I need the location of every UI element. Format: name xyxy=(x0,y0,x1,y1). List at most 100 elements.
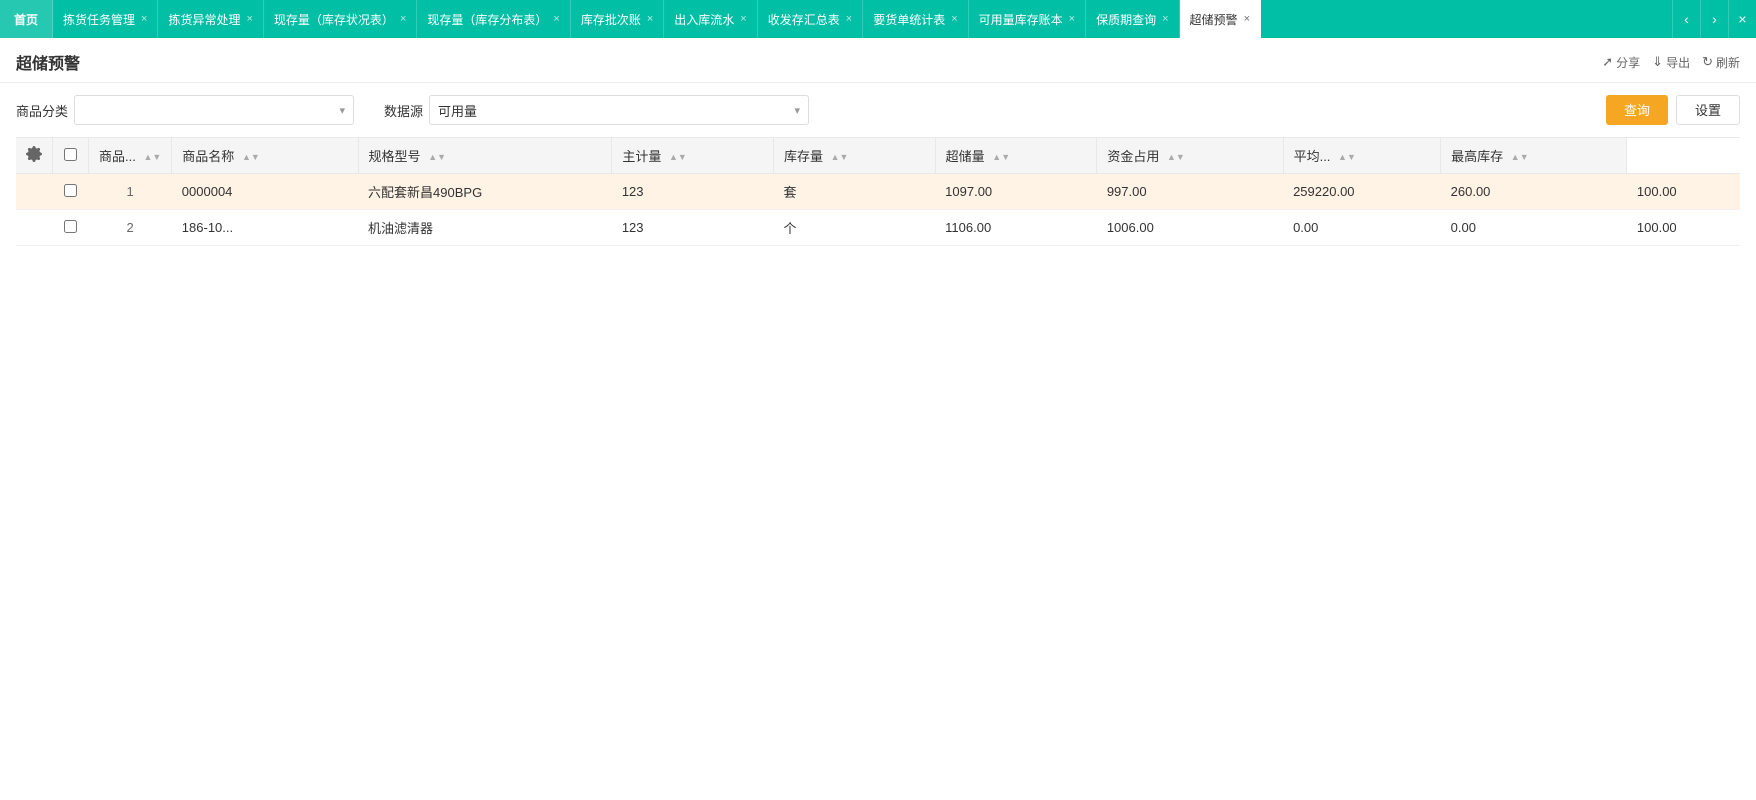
row-stock: 1097.00 xyxy=(935,174,1097,210)
col-capital: 资金占用 ▲▼ xyxy=(1097,138,1283,174)
share-button[interactable]: ➚ 分享 xyxy=(1602,54,1640,71)
nav-tab-5[interactable]: 出入库流水 × xyxy=(664,0,757,38)
nav-tab-8[interactable]: 可用量库存账本 × xyxy=(969,0,1086,38)
nav-tab-4[interactable]: 库存批次账 × xyxy=(571,0,664,38)
page-container: 超储预警 ➚ 分享 ⇓ 导出 ↻ 刷新 商品分类 ▾ 数据源 xyxy=(0,38,1756,800)
col-max-stock: 最高库存 ▲▼ xyxy=(1441,138,1627,174)
row-avg: 260.00 xyxy=(1441,174,1627,210)
close-icon[interactable]: × xyxy=(1069,13,1075,25)
sort-icon[interactable]: ▲▼ xyxy=(669,153,687,162)
data-table: 商品... ▲▼ 商品名称 ▲▼ 规格型号 ▲▼ 主计量 ▲▼ xyxy=(16,137,1740,246)
close-icon[interactable]: × xyxy=(141,13,147,25)
nav-tab-9[interactable]: 保质期查询 × xyxy=(1086,0,1179,38)
filter-area: 商品分类 ▾ 数据源 可用量 ▾ 查询 设置 xyxy=(0,83,1756,137)
export-icon: ⇓ xyxy=(1652,54,1663,70)
sort-icon[interactable]: ▲▼ xyxy=(143,153,161,162)
select-all-checkbox[interactable] xyxy=(64,148,77,161)
gear-icon[interactable] xyxy=(26,146,42,162)
refresh-button[interactable]: ↻ 刷新 xyxy=(1702,54,1740,71)
select-all-col xyxy=(53,138,89,174)
chevron-down-icon: ▾ xyxy=(795,104,801,117)
table-row: 1 0000004 六配套新昌490BPG 123 套 1097.00 997.… xyxy=(16,174,1740,210)
datasource-label: 数据源 xyxy=(384,101,423,120)
table-body: 1 0000004 六配套新昌490BPG 123 套 1097.00 997.… xyxy=(16,174,1740,246)
row-product-code: 0000004 xyxy=(172,174,358,210)
export-button[interactable]: ⇓ 导出 xyxy=(1652,54,1690,71)
row-gear xyxy=(16,210,53,246)
action-buttons: 查询 设置 xyxy=(1606,95,1740,125)
row-spec: 123 xyxy=(612,210,774,246)
table-row: 2 186-10... 机油滤清器 123 个 1106.00 1006.00 … xyxy=(16,210,1740,246)
close-icon[interactable]: × xyxy=(400,13,406,25)
header-actions: ➚ 分享 ⇓ 导出 ↻ 刷新 xyxy=(1602,54,1740,71)
sort-icon[interactable]: ▲▼ xyxy=(1511,153,1529,162)
sort-icon[interactable]: ▲▼ xyxy=(242,153,260,162)
nav-arrows: ‹ › × xyxy=(1672,0,1756,38)
nav-tab-0[interactable]: 拣货任务管理 × xyxy=(53,0,158,38)
row-product-name: 机油滤清器 xyxy=(358,210,612,246)
close-icon[interactable]: × xyxy=(553,13,559,25)
close-icon[interactable]: × xyxy=(951,13,957,25)
row-overstock: 1006.00 xyxy=(1097,210,1283,246)
row-overstock: 997.00 xyxy=(1097,174,1283,210)
sort-icon[interactable]: ▲▼ xyxy=(1338,153,1356,162)
row-stock: 1106.00 xyxy=(935,210,1097,246)
col-unit: 主计量 ▲▼ xyxy=(612,138,774,174)
row-product-name: 六配套新昌490BPG xyxy=(358,174,612,210)
datasource-select[interactable]: 可用量 ▾ xyxy=(429,95,809,125)
col-avg: 平均... ▲▼ xyxy=(1283,138,1441,174)
close-icon[interactable]: × xyxy=(846,13,852,25)
page-header: 超储预警 ➚ 分享 ⇓ 导出 ↻ 刷新 xyxy=(0,38,1756,83)
sort-icon[interactable]: ▲▼ xyxy=(428,153,446,162)
datasource-filter: 数据源 可用量 ▾ xyxy=(384,95,809,125)
close-icon[interactable]: × xyxy=(740,13,746,25)
settings-button[interactable]: 设置 xyxy=(1676,95,1740,125)
sort-icon[interactable]: ▲▼ xyxy=(1167,153,1185,162)
col-product-code: 商品... ▲▼ xyxy=(89,138,172,174)
table-header-row: 商品... ▲▼ 商品名称 ▲▼ 规格型号 ▲▼ 主计量 ▲▼ xyxy=(16,138,1740,174)
row-checkbox-cell xyxy=(53,174,89,210)
nav-tab-3[interactable]: 现存量（库存分布表） × xyxy=(417,0,570,38)
row-num: 2 xyxy=(89,210,172,246)
close-icon[interactable]: × xyxy=(1162,13,1168,25)
row-gear xyxy=(16,174,53,210)
row-checkbox-cell xyxy=(53,210,89,246)
sort-icon[interactable]: ▲▼ xyxy=(992,153,1010,162)
col-stock: 库存量 ▲▼ xyxy=(773,138,935,174)
settings-col-header xyxy=(16,138,53,174)
category-filter: 商品分类 ▾ xyxy=(16,95,354,125)
nav-tab-10[interactable]: 超储预警 × xyxy=(1180,0,1261,38)
row-checkbox[interactable] xyxy=(64,220,77,233)
row-max-stock: 100.00 xyxy=(1627,210,1740,246)
nav-close-button[interactable]: × xyxy=(1728,0,1756,38)
col-overstock: 超储量 ▲▼ xyxy=(935,138,1097,174)
query-button[interactable]: 查询 xyxy=(1606,95,1668,125)
nav-tab-6[interactable]: 收发存汇总表 × xyxy=(758,0,863,38)
category-select[interactable]: ▾ xyxy=(74,95,354,125)
col-product-name: 商品名称 ▲▼ xyxy=(172,138,358,174)
nav-home[interactable]: 首页 xyxy=(0,0,53,38)
nav-prev-button[interactable]: ‹ xyxy=(1672,0,1700,38)
sort-icon[interactable]: ▲▼ xyxy=(831,153,849,162)
nav-next-button[interactable]: › xyxy=(1700,0,1728,38)
nav-tab-7[interactable]: 要货单统计表 × xyxy=(863,0,968,38)
row-unit: 个 xyxy=(773,210,935,246)
row-spec: 123 xyxy=(612,174,774,210)
refresh-icon: ↻ xyxy=(1702,54,1713,70)
row-unit: 套 xyxy=(773,174,935,210)
top-navigation: 首页 拣货任务管理 × 拣货异常处理 × 现存量（库存状况表） × 现存量（库存… xyxy=(0,0,1756,38)
row-num: 1 xyxy=(89,174,172,210)
close-icon[interactable]: × xyxy=(246,13,252,25)
row-max-stock: 100.00 xyxy=(1627,174,1740,210)
row-capital: 259220.00 xyxy=(1283,174,1441,210)
chevron-down-icon: ▾ xyxy=(339,104,345,117)
close-icon[interactable]: × xyxy=(647,13,653,25)
close-icon[interactable]: × xyxy=(1244,13,1250,25)
share-icon: ➚ xyxy=(1602,54,1613,70)
nav-tab-1[interactable]: 拣货异常处理 × xyxy=(158,0,263,38)
row-capital: 0.00 xyxy=(1283,210,1441,246)
nav-tab-2[interactable]: 现存量（库存状况表） × xyxy=(264,0,417,38)
col-spec: 规格型号 ▲▼ xyxy=(358,138,612,174)
row-checkbox[interactable] xyxy=(64,184,77,197)
datasource-value: 可用量 xyxy=(438,101,477,120)
